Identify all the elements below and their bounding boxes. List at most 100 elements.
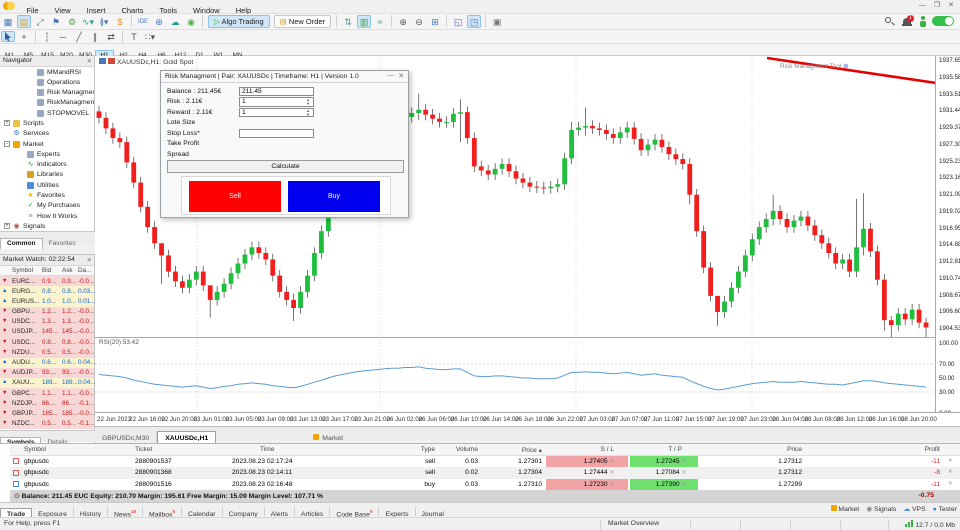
navigator-tab-favorites[interactable]: Favorites (43, 239, 82, 250)
close-position-icon[interactable]: ✕ (948, 481, 953, 487)
dialog-title-bar[interactable]: Risk Managment | Pair: XAUUSDc | Timefra… (161, 71, 408, 83)
table-row[interactable]: gbpusdc 2880901368 2023.08.23 02:14:11 sell… (10, 467, 960, 479)
market-watch-row[interactable]: ▲ EURUS... 1.0... 1.0... 0.01... (0, 296, 96, 307)
sidebar-item-stopmovel[interactable]: STOPMOVEL (0, 108, 94, 118)
market-watch-row[interactable]: ▼ NZDC... 0.5... 0.5... -0.1... (0, 418, 94, 429)
table-row[interactable]: gbpusdc 2880901516 2023.08.23 02:16:48 buy 0… (10, 478, 960, 491)
vline-tool-icon[interactable]: ┆ (40, 31, 54, 42)
sidebar-item-operations[interactable]: Operations (0, 77, 94, 87)
tp-cell[interactable]: 1.27084 ✕ (630, 467, 698, 479)
community-person-icon[interactable] (918, 16, 927, 27)
column-header-tp[interactable]: T / P (602, 446, 682, 453)
text-tool-icon[interactable]: T (127, 31, 141, 42)
expand-toggle-icon[interactable]: - (4, 141, 10, 148)
sidebar-item-market[interactable]: - Market (0, 139, 94, 149)
market-depth-icon[interactable]: ▥ (357, 15, 372, 28)
notifications-bell-icon[interactable]: 1 (901, 15, 914, 27)
chart-candle-icon[interactable]: ≬▾ (97, 15, 111, 28)
reward-input[interactable] (239, 107, 314, 117)
screenshot-icon[interactable]: ▣ (490, 15, 504, 28)
button-vps[interactable]: ☁ VPS (903, 506, 925, 513)
sidebar-item-risk-managment-to[interactable]: Risk Managment To (0, 88, 94, 98)
sidebar-item-mmandrsi[interactable]: MMandRSI (0, 67, 94, 77)
tp-cell[interactable]: 1.27390 ✕ (630, 478, 698, 491)
pin-icon[interactable]: ⚑ (49, 15, 63, 28)
market-watch-row[interactable]: ▼ GBPU... 1.2... 1.2... -0.0... (0, 306, 94, 317)
sidebar-item-favorites[interactable]: ★ Favorites (0, 191, 94, 201)
stop-input[interactable] (239, 128, 314, 138)
sidebar-item-utilities[interactable]: Utilities (0, 180, 94, 190)
market-watch-row[interactable]: ▼ USDC... 0.8... 0.8... -0.0... (0, 337, 94, 348)
close-icon[interactable]: ✕ (87, 57, 92, 65)
trendline-tool-icon[interactable]: ╱ (72, 31, 86, 42)
channel-tool-icon[interactable]: ∥ (88, 31, 102, 42)
chart-line-icon[interactable]: ∿▾ (81, 15, 95, 28)
window-cascade-icon[interactable]: ◱ (451, 15, 465, 28)
new-order-button[interactable]: ▤ New Order (273, 15, 332, 28)
cloud-icon[interactable]: ☁ (168, 15, 182, 28)
sidebar-item-how-it-works[interactable]: ≡ How It Works (0, 211, 94, 221)
sl-cell[interactable]: 1.27230 ✕ (546, 478, 628, 491)
sidebar-item-my-purchases[interactable]: ✓ My Purchases (0, 201, 94, 211)
zoom-out-icon[interactable]: ⊖ (412, 15, 426, 28)
window-fit-icon[interactable]: ◳ (467, 15, 482, 28)
close-position-icon[interactable]: ✕ (948, 469, 953, 475)
gear-icon[interactable]: ⚙ (65, 15, 79, 28)
market-watch-row[interactable]: ▼ USDJP... 145... 145... -0.0... (0, 326, 94, 338)
sidebar-item-scripts[interactable]: + Scripts (0, 118, 94, 128)
sidebar-item-indicators[interactable]: ∿ Indicators (0, 160, 94, 170)
market-watch-row[interactable]: ▼ EURC... 0.9... 0.9... -0.0... (0, 276, 94, 287)
spinner-arrows-icon[interactable]: ▴ ▾ (307, 97, 309, 106)
navigator-tab-common[interactable]: Common (0, 238, 43, 249)
market-watch-row[interactable]: ▼ AUDJP... 93.... 93.... -0.0... (0, 367, 94, 378)
shapes-tool-icon[interactable]: ∷▾ (143, 31, 157, 42)
tick-chart-icon[interactable]: ≈ (373, 15, 387, 28)
window-controls[interactable]: — ❒ ✕ (919, 1, 957, 9)
market-overview-cell[interactable]: Market Overview (608, 520, 659, 527)
quotes-icon[interactable]: $ (113, 15, 127, 28)
close-icon[interactable]: ✕ (398, 72, 404, 80)
column-header-symbol[interactable]: Symbol (24, 446, 46, 453)
remove-tp-icon[interactable]: ✕ (681, 470, 686, 476)
button-market[interactable]: Market (830, 505, 859, 513)
tile-windows-icon[interactable]: ⊞ (428, 15, 442, 28)
zoom-in-icon[interactable]: ⊕ (396, 15, 410, 28)
column-header-ticket[interactable]: Ticket (135, 446, 152, 453)
spinner-arrows-icon[interactable]: ▴ ▾ (307, 108, 309, 117)
sidebar-item-services[interactable]: ⚙ Services (0, 129, 94, 139)
button-signals[interactable]: ◉ Signals (866, 506, 896, 513)
market-watch-row[interactable]: ▼ NZDU... 0.5... 0.5... -0.0... (0, 347, 94, 358)
crosshair-tool-icon[interactable]: + (17, 31, 31, 42)
community-icon[interactable]: ◉ (184, 15, 198, 28)
sidebar-item-libraries[interactable]: Libraries (0, 170, 94, 180)
column-header-profit[interactable]: Profit (860, 446, 940, 453)
sl-cell[interactable]: 1.27444 ✕ (546, 467, 628, 479)
connect-icon[interactable]: ⊕ (152, 15, 166, 28)
close-icon[interactable]: ✕ (87, 256, 92, 264)
chart-window-icon[interactable]: ▦ (1, 15, 15, 28)
time-axis[interactable]: 22 Jun 2023 22 Jun 16:00 22 Jun 20:00 23 Ju… (95, 412, 960, 426)
remove-sl-icon[interactable]: ✕ (609, 482, 614, 488)
sidebar-item-experts[interactable]: Experts (0, 149, 94, 159)
ide-icon[interactable]: IDE (136, 15, 150, 28)
market-watch-row[interactable]: ▼ GBPC... 1.1... 1.1... -0.0... (0, 388, 94, 399)
market-watch-row[interactable]: ▲ EURG... 0.8... 0.8... 0.03... (0, 286, 96, 297)
remove-tp-icon[interactable]: ✕ (681, 482, 686, 488)
fullscreen-icon[interactable]: ⤢ (33, 15, 47, 28)
market-watch-row[interactable]: ▲ AUDU... 0.6... 0.6... 0.04... (0, 357, 96, 368)
column-header-price[interactable]: Price (722, 446, 802, 453)
risk-input[interactable] (239, 97, 314, 107)
market-watch-row[interactable]: ▼ USDC... 1.3... 1.3... -0.0... (0, 316, 94, 327)
tp-cell[interactable]: 1.27245 ✕ (630, 455, 698, 468)
table-row[interactable]: gbpusdc 2880901537 2023.08.23 02:17:24 sell… (10, 455, 960, 468)
remove-tp-icon[interactable]: ✕ (681, 459, 686, 465)
search-icon[interactable] (884, 16, 895, 27)
close-position-icon[interactable]: ✕ (948, 458, 953, 464)
risk-management-dialog[interactable]: Risk Managment | Pair: XAUUSDc | Timefra… (160, 70, 409, 218)
price-axis[interactable]: 1937.65 1935.58 1933.51 1931.44 1929.37 1927.… (935, 56, 960, 417)
button-tester[interactable]: ● Tester (933, 506, 957, 513)
expand-toggle-icon[interactable]: + (4, 120, 10, 127)
charts-folder-icon[interactable]: ▤ (17, 15, 31, 28)
market-watch-header[interactable]: Symbol Bid Ask Da... (0, 266, 94, 276)
calculate-button[interactable]: Calculate (167, 160, 404, 173)
